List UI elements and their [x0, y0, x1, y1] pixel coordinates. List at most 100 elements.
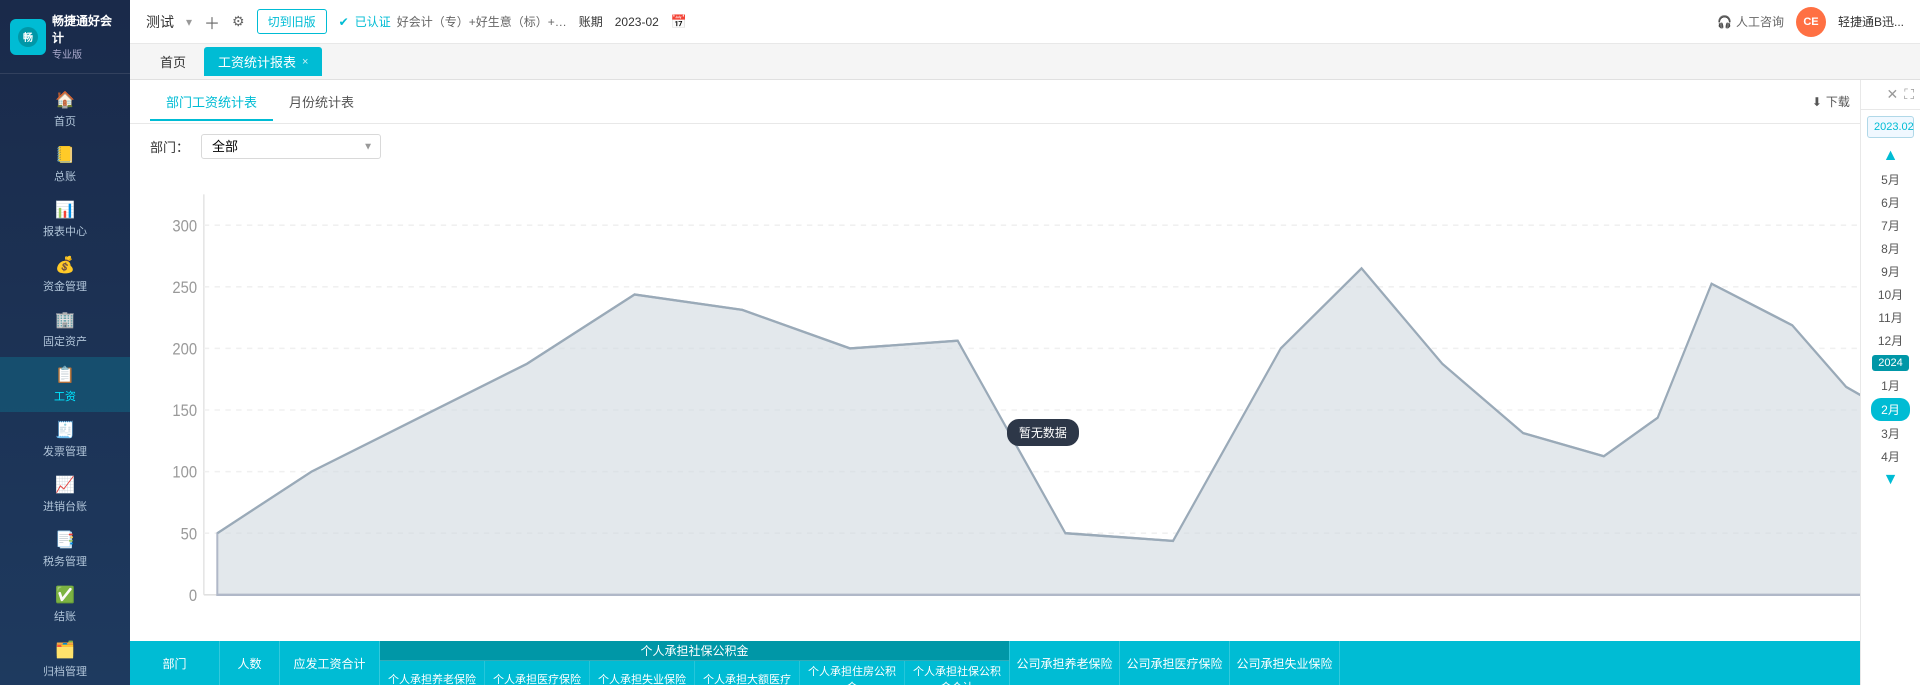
right-panel: ✕ ⛶ 2023.02 ▲ 5月 6月 7月 8月 9月 10月 11月 12月…	[1860, 80, 1920, 685]
certified-label: 已认证	[355, 13, 391, 30]
support-button[interactable]: 🎧 人工咨询	[1717, 13, 1784, 30]
calendar-icon[interactable]: 📅	[671, 14, 687, 30]
sidebar-item-archive[interactable]: 🗂️ 归档管理	[0, 632, 130, 685]
sidebar-label-tax: 税务管理	[43, 553, 87, 569]
col-company-medical: 公司承担医疗保险	[1120, 641, 1230, 685]
period-value: 2023-02	[615, 15, 659, 29]
sub-tabbar: 部门工资统计表 月份统计表 ⬇ 下载 ↺ 刷新	[130, 80, 1920, 124]
sub-tab-monthly[interactable]: 月份统计表	[273, 84, 370, 121]
sidebar-label-closing: 结账	[54, 608, 76, 624]
right-panel-header: ✕ ⛶	[1861, 80, 1920, 110]
certified-icon: ✔	[339, 15, 349, 29]
sub-tabs: 部门工资统计表 月份统计表	[150, 84, 370, 120]
tab-close-icon[interactable]: ×	[302, 56, 308, 68]
sidebar-item-tax[interactable]: 📑 税务管理	[0, 522, 130, 577]
headset-icon: 🎧	[1717, 15, 1732, 29]
user-name[interactable]: 轻捷通B迅...	[1838, 13, 1904, 30]
archive-icon: 🗂️	[55, 640, 75, 660]
svg-text:畅: 畅	[23, 31, 33, 44]
month-1[interactable]: 1月	[1865, 374, 1916, 397]
sub-col-medical: 个人承担医疗保险	[485, 661, 590, 685]
download-button[interactable]: ⬇ 下载	[1812, 93, 1850, 110]
close-panel-icon[interactable]: ✕	[1886, 86, 1898, 103]
sidebar-item-home[interactable]: 🏠 首页	[0, 82, 130, 137]
settings-gear-icon[interactable]: ⚙	[232, 13, 245, 30]
col-group-personal-header: 个人承担社保公积金	[380, 641, 1009, 661]
month-3[interactable]: 3月	[1865, 422, 1916, 445]
funds-icon: 💰	[55, 255, 75, 275]
col-department: 部门	[130, 641, 220, 685]
topbar-right: 🎧 人工咨询 CE 轻捷通B迅...	[1717, 7, 1904, 37]
dropdown-arrow-icon[interactable]: ▾	[186, 15, 192, 29]
col-group-personal: 个人承担社保公积金 个人承担养老保险 个人承担医疗保险 个人承担失业保险 个人承…	[380, 641, 1010, 685]
invoice-icon: 🧾	[55, 420, 75, 440]
sub-col-pension: 个人承担养老保险	[380, 661, 485, 685]
sidebar-item-invoice[interactable]: 🧾 发票管理	[0, 412, 130, 467]
month-2-active[interactable]: 2月	[1871, 398, 1910, 421]
app-logo: 畅 畅捷通好会计 专业版	[0, 0, 130, 74]
month-8[interactable]: 8月	[1868, 237, 1913, 260]
sub-tab-department[interactable]: 部门工资统计表	[150, 84, 273, 121]
svg-text:0: 0	[189, 587, 197, 605]
add-icon[interactable]: ＋	[204, 10, 220, 34]
svg-text:250: 250	[172, 279, 197, 297]
topbar: 测试 ▾ ＋ ⚙ 切到旧版 ✔ 已认证 好会计（专）+好生意（标）+… 账期 2…	[130, 0, 1920, 44]
switch-old-version-button[interactable]: 切到旧版	[257, 9, 327, 34]
col-company-pension: 公司承担养老保险	[1010, 641, 1120, 685]
tab-home-label: 首页	[160, 52, 186, 71]
scroll-down-icon[interactable]: ▼	[1880, 468, 1902, 492]
content-area: 部门工资统计表 月份统计表 ⬇ 下载 ↺ 刷新 部门：	[130, 80, 1920, 685]
sidebar-label-invoice: 发票管理	[43, 443, 87, 459]
sidebar-label-reports: 报表中心	[43, 223, 87, 239]
col-group-personal-subs: 个人承担养老保险 个人承担医疗保险 个人承担失业保险 个人承担大额医疗 个人承担…	[380, 661, 1009, 685]
month-9[interactable]: 9月	[1868, 260, 1913, 283]
svg-text:200: 200	[172, 341, 197, 359]
logo-text: 畅捷通好会计 专业版	[52, 12, 120, 61]
sub-col-total: 个人承担社保公积金合计	[905, 661, 1009, 685]
year-2024-badge[interactable]: 2024	[1872, 355, 1908, 371]
tab-salary-report[interactable]: 工资统计报表 ×	[204, 47, 322, 76]
department-select[interactable]: 全部 销售部 财务部 技术部 行政部	[201, 134, 381, 159]
month-4[interactable]: 4月	[1865, 445, 1916, 468]
tab-home[interactable]: 首页	[146, 47, 200, 76]
sidebar: 畅 畅捷通好会计 专业版 🏠 首页 📒 总账 📊 报表中心 💰 资金管理 🏢 固…	[0, 0, 130, 685]
closing-icon: ✅	[55, 585, 75, 605]
svg-text:100: 100	[172, 464, 197, 482]
month-11[interactable]: 11月	[1868, 306, 1913, 329]
sidebar-item-closing[interactable]: ✅ 结账	[0, 577, 130, 632]
tax-icon: 📑	[55, 530, 75, 550]
table-footer-header: 部门 人数 应发工资合计 个人承担社保公积金 个人承担养老保险 个人承担医疗保险…	[130, 641, 1920, 685]
month-5[interactable]: 5月	[1868, 168, 1913, 191]
salary-icon: 📋	[55, 365, 75, 385]
expand-panel-icon[interactable]: ⛶	[1904, 86, 1914, 103]
year-nav: ▲ 5月 6月 7月 8月 9月 10月 11月 12月 2024 1月 2月 …	[1861, 144, 1920, 492]
sidebar-item-funds[interactable]: 💰 资金管理	[0, 247, 130, 302]
col-headcount: 人数	[220, 641, 280, 685]
sidebar-nav: 🏠 首页 📒 总账 📊 报表中心 💰 资金管理 🏢 固定资产 📋 工资 🧾 发票…	[0, 74, 130, 685]
main-area: 测试 ▾ ＋ ⚙ 切到旧版 ✔ 已认证 好会计（专）+好生意（标）+… 账期 2…	[130, 0, 1920, 685]
sidebar-item-sales[interactable]: 📈 进销台账	[0, 467, 130, 522]
sidebar-label-salary: 工资	[54, 388, 76, 404]
sales-icon: 📈	[55, 475, 75, 495]
col-company-unemployment: 公司承担失业保险	[1230, 641, 1340, 685]
logo-icon: 畅	[10, 19, 46, 55]
month-6[interactable]: 6月	[1868, 191, 1913, 214]
sidebar-item-salary[interactable]: 📋 工资	[0, 357, 130, 412]
project-title: 测试	[146, 12, 174, 32]
month-10[interactable]: 10月	[1868, 283, 1913, 306]
sidebar-item-reports[interactable]: 📊 报表中心	[0, 192, 130, 247]
month-12[interactable]: 12月	[1868, 329, 1913, 352]
sidebar-label-assets: 固定资产	[43, 333, 87, 349]
home-icon: 🏠	[55, 90, 75, 110]
sidebar-item-ledger[interactable]: 📒 总账	[0, 137, 130, 192]
reports-icon: 📊	[55, 200, 75, 220]
ledger-icon: 📒	[55, 145, 75, 165]
month-7[interactable]: 7月	[1868, 214, 1913, 237]
user-avatar[interactable]: CE	[1796, 7, 1826, 37]
prev-year-months: 5月 6月 7月 8月 9月 10月 11月 12月	[1868, 168, 1913, 352]
date-display[interactable]: 2023.02	[1867, 116, 1914, 138]
department-select-wrap: 全部 销售部 财务部 技术部 行政部	[201, 134, 381, 159]
sidebar-item-assets[interactable]: 🏢 固定资产	[0, 302, 130, 357]
scroll-up-icon[interactable]: ▲	[1880, 144, 1902, 168]
chart-container: 0 50 100 150 200 250 300 暂无数据	[130, 169, 1920, 641]
